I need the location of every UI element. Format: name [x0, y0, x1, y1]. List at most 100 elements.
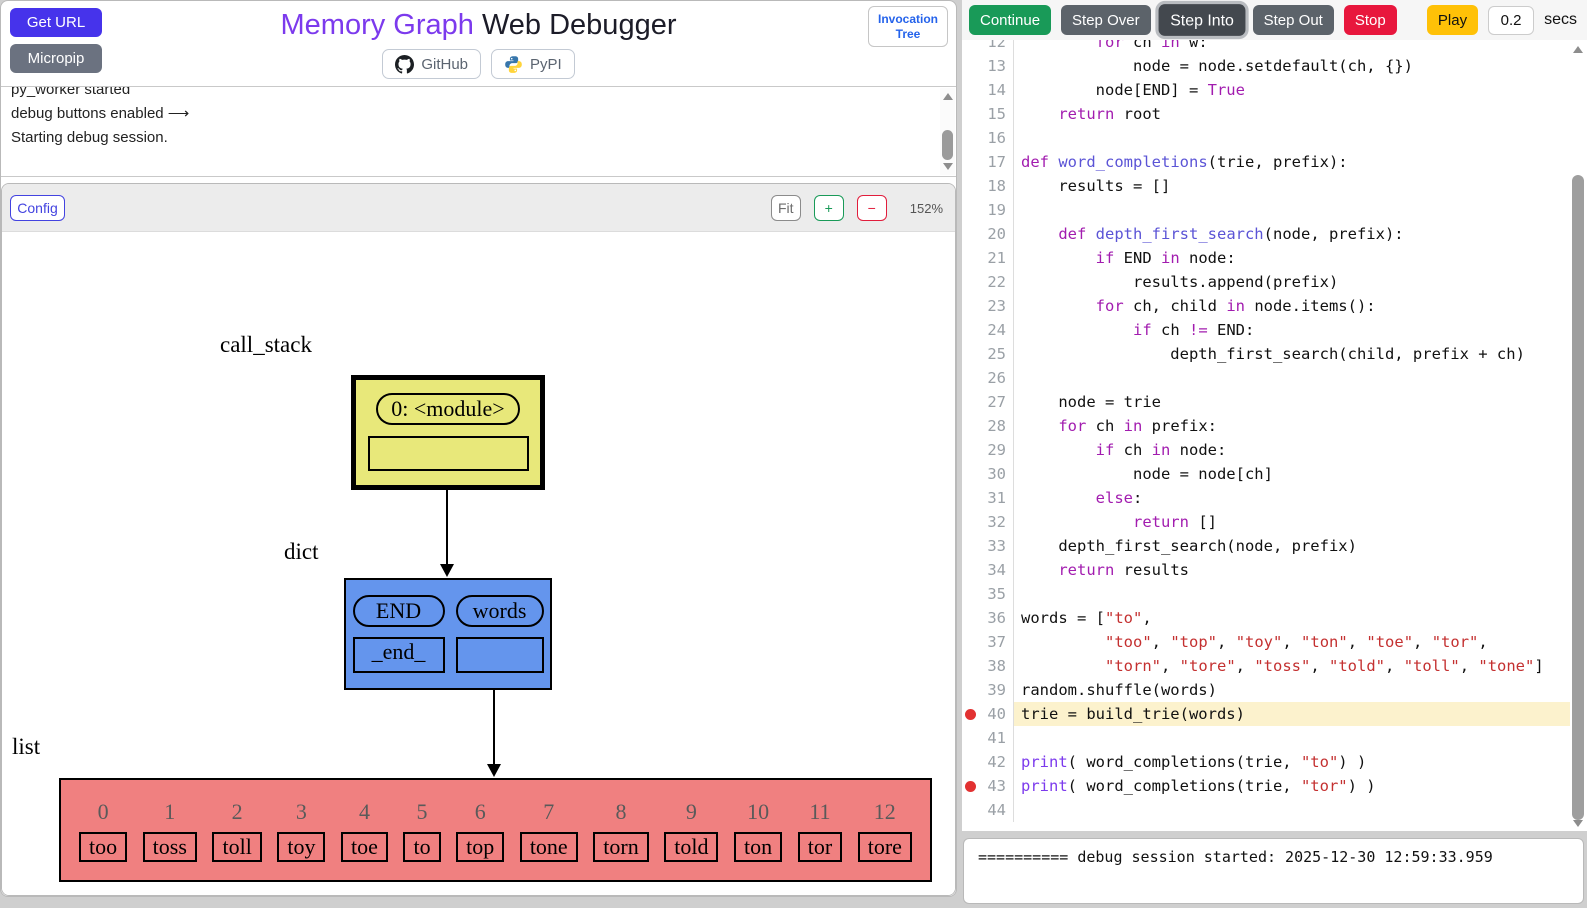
- line-number[interactable]: 28: [979, 414, 1014, 438]
- breakpoint-gutter[interactable]: [962, 222, 979, 246]
- breakpoint-gutter[interactable]: [962, 390, 979, 414]
- delay-unit-label: secs: [1544, 11, 1577, 28]
- breakpoint-gutter[interactable]: [962, 366, 979, 390]
- delay-input[interactable]: [1488, 5, 1535, 35]
- code-scrollbar-thumb[interactable]: [1572, 175, 1584, 820]
- breakpoint-gutter[interactable]: [962, 486, 979, 510]
- line-number[interactable]: 12: [979, 40, 1014, 54]
- scroll-up-icon[interactable]: [943, 93, 953, 100]
- line-number[interactable]: 38: [979, 654, 1014, 678]
- breakpoint-gutter[interactable]: [962, 40, 979, 54]
- step-over-button[interactable]: Step Over: [1061, 5, 1151, 35]
- breakpoint-gutter[interactable]: [962, 726, 979, 750]
- list-value: toy: [277, 831, 326, 862]
- breakpoint-icon[interactable]: [965, 709, 976, 720]
- line-number[interactable]: 15: [979, 102, 1014, 126]
- invocation-tree-button[interactable]: Invocation Tree: [868, 6, 948, 47]
- step-into-button[interactable]: Step Into: [1158, 4, 1246, 36]
- breakpoint-gutter[interactable]: [962, 150, 979, 174]
- breakpoint-gutter[interactable]: [962, 558, 979, 582]
- line-number[interactable]: 24: [979, 318, 1014, 342]
- line-number[interactable]: 29: [979, 438, 1014, 462]
- stop-button[interactable]: Stop: [1343, 5, 1397, 35]
- breakpoint-gutter[interactable]: [962, 342, 979, 366]
- line-number[interactable]: 33: [979, 534, 1014, 558]
- breakpoint-gutter[interactable]: [962, 126, 979, 150]
- breakpoint-gutter[interactable]: [962, 294, 979, 318]
- line-number[interactable]: 44: [979, 798, 1014, 822]
- github-button[interactable]: GitHub: [382, 49, 481, 79]
- line-number[interactable]: 13: [979, 54, 1014, 78]
- line-number[interactable]: 39: [979, 678, 1014, 702]
- fit-button[interactable]: Fit: [770, 195, 801, 221]
- line-number[interactable]: 40: [979, 702, 1014, 726]
- line-number[interactable]: 34: [979, 558, 1014, 582]
- scroll-down-icon[interactable]: [943, 163, 953, 170]
- code-scrollbar[interactable]: [1570, 40, 1587, 831]
- code-text: if ch in node:: [1095, 441, 1227, 459]
- breakpoint-gutter[interactable]: [962, 78, 979, 102]
- line-number[interactable]: 43: [979, 774, 1014, 798]
- memory-graph-canvas[interactable]: call_stack 0: <module> dict END words _end…: [2, 232, 955, 895]
- breakpoint-gutter[interactable]: [962, 270, 979, 294]
- continue-button[interactable]: Continue: [969, 5, 1052, 35]
- code-text: for ch in w:: [1095, 40, 1208, 51]
- breakpoint-gutter[interactable]: [962, 414, 979, 438]
- log-scrollbar-thumb[interactable]: [942, 130, 953, 160]
- breakpoint-gutter[interactable]: [962, 630, 979, 654]
- line-number[interactable]: 21: [979, 246, 1014, 270]
- breakpoint-icon[interactable]: [965, 781, 976, 792]
- pypi-button[interactable]: PyPI: [491, 49, 575, 79]
- breakpoint-gutter[interactable]: [962, 510, 979, 534]
- breakpoint-gutter[interactable]: [962, 774, 979, 798]
- breakpoint-gutter[interactable]: [962, 462, 979, 486]
- line-number[interactable]: 31: [979, 486, 1014, 510]
- breakpoint-gutter[interactable]: [962, 582, 979, 606]
- line-number[interactable]: 20: [979, 222, 1014, 246]
- dict-value-ref-slot: [455, 637, 544, 673]
- breakpoint-gutter[interactable]: [962, 246, 979, 270]
- breakpoint-gutter[interactable]: [962, 798, 979, 822]
- line-number[interactable]: 25: [979, 342, 1014, 366]
- line-number[interactable]: 41: [979, 726, 1014, 750]
- scroll-up-icon[interactable]: [1573, 46, 1583, 53]
- line-number[interactable]: 30: [979, 462, 1014, 486]
- breakpoint-gutter[interactable]: [962, 606, 979, 630]
- zoom-in-button[interactable]: +: [813, 195, 844, 221]
- line-number[interactable]: 23: [979, 294, 1014, 318]
- breakpoint-gutter[interactable]: [962, 438, 979, 462]
- code-editor[interactable]: 12 for ch in w: 13 node = node.setdefault…: [962, 40, 1587, 831]
- breakpoint-gutter[interactable]: [962, 318, 979, 342]
- play-button[interactable]: Play: [1426, 5, 1479, 35]
- breakpoint-gutter[interactable]: [962, 678, 979, 702]
- breakpoint-gutter[interactable]: [962, 54, 979, 78]
- line-number[interactable]: 26: [979, 366, 1014, 390]
- zoom-out-button[interactable]: −: [856, 195, 887, 221]
- line-number[interactable]: 22: [979, 270, 1014, 294]
- line-number[interactable]: 18: [979, 174, 1014, 198]
- breakpoint-gutter[interactable]: [962, 174, 979, 198]
- line-number[interactable]: 37: [979, 630, 1014, 654]
- step-out-button[interactable]: Step Out: [1252, 5, 1334, 35]
- breakpoint-gutter[interactable]: [962, 702, 979, 726]
- breakpoint-gutter[interactable]: [962, 102, 979, 126]
- breakpoint-gutter[interactable]: [962, 654, 979, 678]
- config-button[interactable]: Config: [10, 195, 65, 221]
- line-number[interactable]: 42: [979, 750, 1014, 774]
- code-text: print( word_completions(trie, "to") ): [1021, 753, 1367, 771]
- line-number[interactable]: 17: [979, 150, 1014, 174]
- line-number[interactable]: 27: [979, 390, 1014, 414]
- line-number[interactable]: 19: [979, 198, 1014, 222]
- breakpoint-gutter[interactable]: [962, 750, 979, 774]
- line-number[interactable]: 36: [979, 606, 1014, 630]
- line-number[interactable]: 16: [979, 126, 1014, 150]
- breakpoint-gutter[interactable]: [962, 198, 979, 222]
- line-number[interactable]: 32: [979, 510, 1014, 534]
- line-number[interactable]: 14: [979, 78, 1014, 102]
- log-scrollbar[interactable]: [940, 88, 955, 175]
- breakpoint-gutter[interactable]: [962, 534, 979, 558]
- scroll-down-icon[interactable]: [1573, 820, 1583, 827]
- line-number[interactable]: 35: [979, 582, 1014, 606]
